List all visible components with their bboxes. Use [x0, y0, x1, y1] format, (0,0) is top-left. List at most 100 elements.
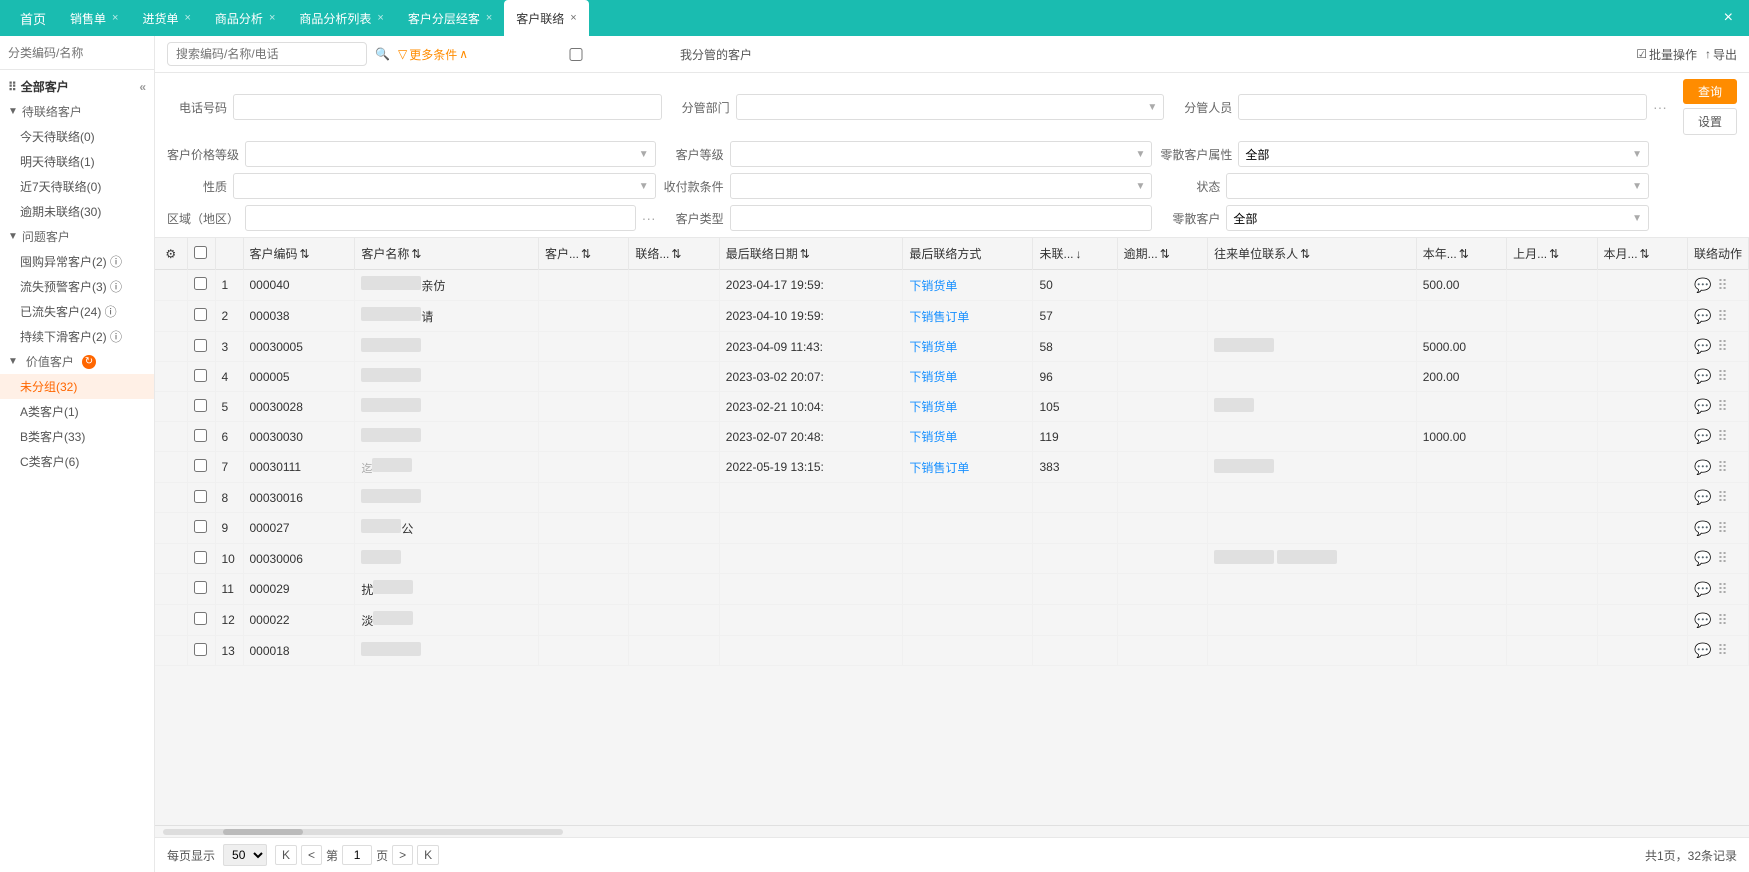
sidebar-item-churn-warn[interactable]: 流失预警客户(3) ⓘ: [0, 274, 154, 299]
contact-col-header[interactable]: 联络...⇅: [629, 238, 719, 270]
last-method-link[interactable]: 下销货单: [909, 430, 957, 444]
dept-select[interactable]: ▼: [736, 94, 1165, 120]
message-icon[interactable]: 💬: [1694, 368, 1711, 385]
contact-person-col-header[interactable]: 往来单位联系人⇅: [1208, 238, 1417, 270]
grid-action-icon[interactable]: ⠿: [1717, 550, 1727, 567]
row-checkbox[interactable]: [194, 339, 207, 352]
payment-select[interactable]: ▼: [730, 173, 1153, 199]
overdue-col-header[interactable]: 逾期...⇅: [1117, 238, 1207, 270]
checkbox-cell[interactable]: [187, 422, 215, 452]
this-year-col-header[interactable]: 本年...⇅: [1416, 238, 1506, 270]
message-icon[interactable]: 💬: [1694, 489, 1711, 506]
select-all-checkbox[interactable]: [194, 246, 207, 259]
checkbox-cell[interactable]: [187, 574, 215, 605]
grid-action-icon[interactable]: ⠿: [1717, 459, 1727, 476]
reset-button[interactable]: 设置: [1683, 108, 1737, 135]
row-checkbox[interactable]: [194, 520, 207, 533]
grid-action-icon[interactable]: ⠿: [1717, 308, 1727, 325]
checkbox-cell[interactable]: [187, 392, 215, 422]
refresh-badge-icon[interactable]: ↻: [82, 355, 96, 369]
window-close-button[interactable]: ×: [1716, 9, 1741, 27]
export-button[interactable]: ↑ 导出: [1705, 46, 1737, 63]
last-method-cell[interactable]: 下销售订单: [903, 301, 1033, 332]
search-button[interactable]: 🔍: [375, 47, 390, 61]
page-size-select[interactable]: 50: [223, 844, 267, 866]
checkbox-cell[interactable]: [187, 636, 215, 666]
grid-action-icon[interactable]: ⠿: [1717, 338, 1727, 355]
grid-action-icon[interactable]: ⠿: [1717, 489, 1727, 506]
row-checkbox[interactable]: [194, 551, 207, 564]
sidebar-group-problem[interactable]: ▼ 问题客户: [0, 224, 154, 249]
message-icon[interactable]: 💬: [1694, 612, 1711, 629]
grid-action-icon[interactable]: ⠿: [1717, 612, 1727, 629]
sidebar-item-overdue[interactable]: 逾期未联络(30): [0, 199, 154, 224]
grid-action-icon[interactable]: ⠿: [1717, 642, 1727, 659]
close-salesorder-icon[interactable]: ×: [112, 12, 118, 24]
last-method-cell[interactable]: 下销货单: [903, 270, 1033, 301]
checkbox-col-header[interactable]: [187, 238, 215, 270]
message-icon[interactable]: 💬: [1694, 308, 1711, 325]
sidebar-item-churned[interactable]: 已流失客户(24) ⓘ: [0, 299, 154, 324]
manager-input[interactable]: [1238, 94, 1647, 120]
row-checkbox[interactable]: [194, 581, 207, 594]
search-input[interactable]: [167, 42, 367, 66]
grid-action-icon[interactable]: ⠿: [1717, 277, 1727, 294]
scrollbar-track[interactable]: [163, 829, 563, 835]
last-method-cell[interactable]: 下销货单: [903, 422, 1033, 452]
manager-more-icon[interactable]: ···: [1653, 99, 1667, 115]
grid-action-icon[interactable]: ⠿: [1717, 581, 1727, 598]
more-conditions-button[interactable]: ▽ 更多条件 ∧: [398, 46, 468, 63]
checkbox-cell[interactable]: [187, 513, 215, 544]
checkbox-cell[interactable]: [187, 270, 215, 301]
home-tab[interactable]: 首页: [8, 9, 58, 28]
row-checkbox[interactable]: [194, 399, 207, 412]
customer-type-input[interactable]: [730, 205, 1153, 231]
last-method-link[interactable]: 下销货单: [909, 279, 957, 293]
close-analysis-icon[interactable]: ×: [269, 12, 275, 24]
my-customers-check[interactable]: [476, 48, 676, 61]
page-number-input[interactable]: [342, 845, 372, 865]
message-icon[interactable]: 💬: [1694, 398, 1711, 415]
close-analysis-list-icon[interactable]: ×: [377, 12, 383, 24]
last-method-link[interactable]: 下销货单: [909, 370, 957, 384]
type-col-header[interactable]: 客户...⇅: [538, 238, 628, 270]
prev-page-button[interactable]: <: [301, 845, 322, 865]
retail-attr-select[interactable]: 全部▼: [1238, 141, 1649, 167]
sidebar-item-7days[interactable]: 近7天待联络(0): [0, 174, 154, 199]
region-more-icon[interactable]: ···: [642, 210, 656, 226]
last-month-col-header[interactable]: 上月...⇅: [1507, 238, 1597, 270]
tab-product-analysis[interactable]: 商品分析 ×: [203, 0, 287, 36]
checkbox-cell[interactable]: [187, 301, 215, 332]
row-checkbox[interactable]: [194, 643, 207, 656]
grid-action-icon[interactable]: ⠿: [1717, 398, 1727, 415]
message-icon[interactable]: 💬: [1694, 277, 1711, 294]
last-method-cell[interactable]: 下销售订单: [903, 452, 1033, 483]
grid-action-icon[interactable]: ⠿: [1717, 368, 1727, 385]
first-page-button[interactable]: K: [275, 845, 297, 865]
last-method-link[interactable]: 下销货单: [909, 400, 957, 414]
last-method-col-header[interactable]: 最后联络方式: [903, 238, 1033, 270]
last-date-col-header[interactable]: 最后联络日期⇅: [719, 238, 903, 270]
my-customers-checkbox[interactable]: 我分管的客户: [476, 46, 752, 63]
price-level-select[interactable]: ▼: [245, 141, 656, 167]
tab-purchase[interactable]: 进货单 ×: [130, 0, 202, 36]
grid-action-icon[interactable]: ⠿: [1717, 520, 1727, 537]
checkbox-cell[interactable]: [187, 483, 215, 513]
sidebar-item-today[interactable]: 今天待联络(0): [0, 124, 154, 149]
sidebar-item-type-a[interactable]: A类客户(1): [0, 399, 154, 424]
message-icon[interactable]: 💬: [1694, 642, 1711, 659]
message-icon[interactable]: 💬: [1694, 581, 1711, 598]
last-method-cell[interactable]: 下销货单: [903, 392, 1033, 422]
last-method-link[interactable]: 下销售订单: [909, 310, 969, 324]
grid-action-icon[interactable]: ⠿: [1717, 428, 1727, 445]
message-icon[interactable]: 💬: [1694, 520, 1711, 537]
name-col-header[interactable]: 客户名称⇅: [355, 238, 539, 270]
sidebar-item-type-c[interactable]: C类客户(6): [0, 449, 154, 474]
sidebar-item-hoarding[interactable]: 囤购异常客户(2) ⓘ: [0, 249, 154, 274]
message-icon[interactable]: 💬: [1694, 338, 1711, 355]
region-input[interactable]: [245, 205, 636, 231]
sidebar-group-value[interactable]: ▼ 价值客户 ↻: [0, 349, 154, 374]
checkbox-cell[interactable]: [187, 605, 215, 636]
message-icon[interactable]: 💬: [1694, 459, 1711, 476]
nature-select[interactable]: ▼: [233, 173, 656, 199]
